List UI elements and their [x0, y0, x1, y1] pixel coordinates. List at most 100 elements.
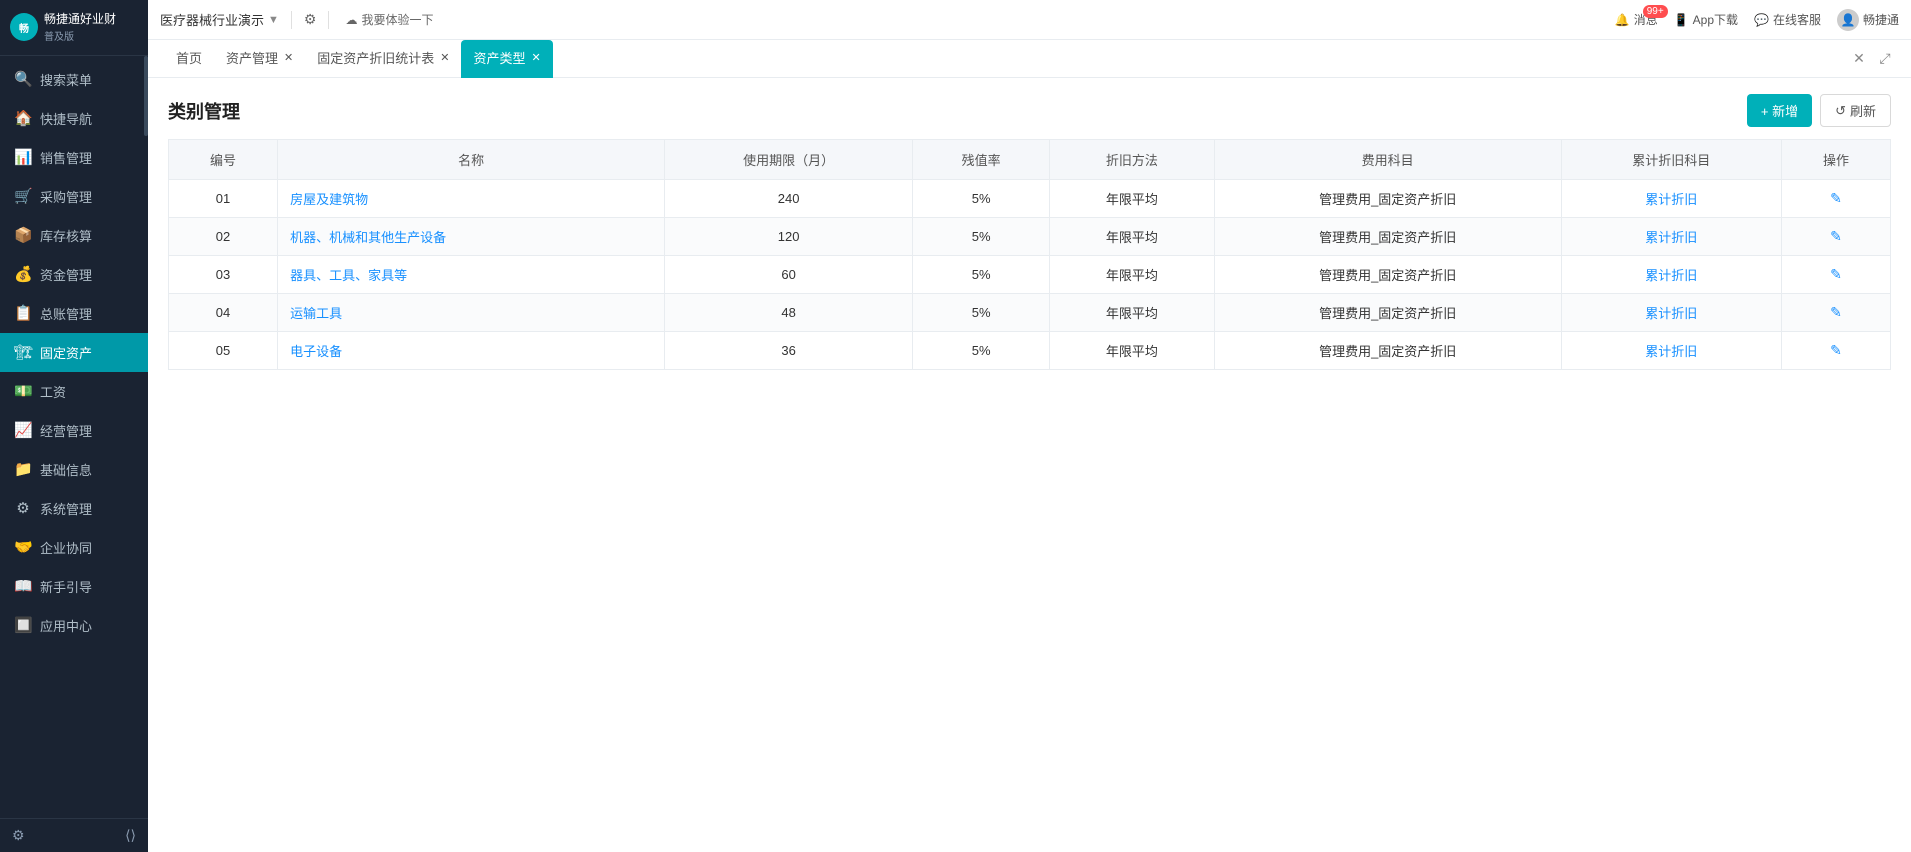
sidebar-item-search[interactable]: 🔍 搜索菜单 — [0, 60, 148, 99]
new-button[interactable]: + 新增 — [1747, 94, 1812, 127]
cell-action-0[interactable]: ✎ — [1781, 180, 1890, 218]
cell-name-1[interactable]: 机器、机械和其他生产设备 — [278, 218, 665, 256]
sidebar-label-purchase: 采购管理 — [40, 187, 92, 206]
cell-name-2[interactable]: 器具、工具、家具等 — [278, 256, 665, 294]
maximize-window-button[interactable]: ⤢ — [1875, 49, 1895, 69]
download-icon: 📱 — [1674, 13, 1689, 27]
sidebar-label-basic-info: 基础信息 — [40, 460, 92, 479]
col-accumulated: 累计折旧科目 — [1561, 140, 1781, 180]
app-info: 畅捷通好业财 普及版 — [44, 12, 116, 43]
search-icon: 🔍 — [14, 70, 32, 88]
cell-accumulated-0[interactable]: 累计折旧 — [1561, 180, 1781, 218]
sidebar-item-quick-nav[interactable]: 🏠 快捷导航 — [0, 99, 148, 138]
edit-icon[interactable]: ✎ — [1830, 228, 1842, 244]
refresh-label: 刷新 — [1850, 101, 1876, 120]
cell-method-2: 年限平均 — [1050, 256, 1215, 294]
app-center-icon: 🔲 — [14, 616, 32, 634]
sidebar-item-sales[interactable]: 📊 销售管理 — [0, 138, 148, 177]
sidebar-label-app-center: 应用中心 — [40, 616, 92, 635]
topbar-settings-icon[interactable]: ⚙ — [304, 11, 317, 28]
edit-icon[interactable]: ✎ — [1830, 190, 1842, 206]
page-title: 类别管理 — [168, 98, 240, 124]
cell-accumulated-1[interactable]: 累计折旧 — [1561, 218, 1781, 256]
settings-footer-icon[interactable]: ⚙ — [12, 827, 25, 844]
collapse-icon[interactable]: ⟨⟩ — [125, 827, 136, 844]
user-menu[interactable]: 👤 畅捷通 — [1837, 9, 1899, 31]
cell-action-2[interactable]: ✎ — [1781, 256, 1890, 294]
sidebar-item-basic-info[interactable]: 📁 基础信息 — [0, 450, 148, 489]
tab-depreciation-close[interactable]: ✕ — [440, 51, 449, 64]
edit-icon[interactable]: ✎ — [1830, 342, 1842, 358]
cell-expense-0: 管理费用_固定资产折旧 — [1214, 180, 1561, 218]
cell-method-3: 年限平均 — [1050, 294, 1215, 332]
col-id: 编号 — [169, 140, 278, 180]
cell-action-1[interactable]: ✎ — [1781, 218, 1890, 256]
close-window-button[interactable]: ✕ — [1849, 49, 1869, 69]
sidebar-item-fixed-assets[interactable]: 🏗 固定资产 — [0, 333, 148, 372]
app-download-label: App下载 — [1693, 11, 1738, 28]
edit-icon[interactable]: ✎ — [1830, 304, 1842, 320]
sidebar-label-quick-nav: 快捷导航 — [40, 109, 92, 128]
tab-asset-mgmt[interactable]: 资产管理 ✕ — [214, 40, 305, 78]
experience-button[interactable]: ☁ 我要体验一下 — [345, 11, 433, 28]
app-logo: 畅 — [10, 13, 38, 41]
sidebar-label-funds: 资金管理 — [40, 265, 92, 284]
cell-accumulated-2[interactable]: 累计折旧 — [1561, 256, 1781, 294]
col-action: 操作 — [1781, 140, 1890, 180]
cell-action-3[interactable]: ✎ — [1781, 294, 1890, 332]
cell-accumulated-3[interactable]: 累计折旧 — [1561, 294, 1781, 332]
cell-residual-1: 5% — [913, 218, 1050, 256]
col-method: 折旧方法 — [1050, 140, 1215, 180]
system-icon: ⚙ — [14, 499, 32, 517]
sidebar-item-ledger[interactable]: 📋 总账管理 — [0, 294, 148, 333]
cell-id-4: 05 — [169, 332, 278, 370]
tab-home[interactable]: 首页 — [164, 40, 214, 78]
company-name: 医疗器械行业演示 — [160, 10, 264, 29]
sidebar-item-guide[interactable]: 📖 新手引导 — [0, 567, 148, 606]
edit-icon[interactable]: ✎ — [1830, 266, 1842, 282]
sidebar-label-operations: 经营管理 — [40, 421, 92, 440]
user-name: 畅捷通 — [1863, 11, 1899, 28]
app-download-button[interactable]: 📱 App下载 — [1674, 11, 1738, 28]
cell-name-3[interactable]: 运输工具 — [278, 294, 665, 332]
payroll-icon: 💵 — [14, 382, 32, 400]
cell-period-2: 60 — [665, 256, 913, 294]
company-selector[interactable]: 医疗器械行业演示 ▼ — [160, 10, 279, 29]
sidebar-item-funds[interactable]: 💰 资金管理 — [0, 255, 148, 294]
cell-residual-2: 5% — [913, 256, 1050, 294]
window-controls: ✕ ⤢ — [1849, 49, 1895, 69]
col-residual: 残值率 — [913, 140, 1050, 180]
sales-icon: 📊 — [14, 148, 32, 166]
notification-icon: 🔔 — [1615, 13, 1630, 27]
refresh-button[interactable]: ↺ 刷新 — [1820, 94, 1891, 127]
header-actions: + 新增 ↺ 刷新 — [1747, 94, 1891, 127]
sidebar-item-payroll[interactable]: 💵 工资 — [0, 372, 148, 411]
sidebar-item-app-center[interactable]: 🔲 应用中心 — [0, 606, 148, 645]
table-row: 01 房屋及建筑物 240 5% 年限平均 管理费用_固定资产折旧 累计折旧 ✎ — [169, 180, 1891, 218]
notification-button[interactable]: 🔔 消息 99+ — [1615, 11, 1658, 28]
service-button[interactable]: 💬 在线客服 — [1754, 11, 1821, 28]
sidebar-item-purchase[interactable]: 🛒 采购管理 — [0, 177, 148, 216]
tab-asset-type[interactable]: 资产类型 ✕ — [461, 40, 552, 78]
cell-action-4[interactable]: ✎ — [1781, 332, 1890, 370]
tab-depreciation[interactable]: 固定资产折旧统计表 ✕ — [305, 40, 461, 78]
sidebar-label-system: 系统管理 — [40, 499, 92, 518]
cell-name-4[interactable]: 电子设备 — [278, 332, 665, 370]
sidebar-item-operations[interactable]: 📈 经营管理 — [0, 411, 148, 450]
tab-asset-type-close[interactable]: ✕ — [532, 51, 541, 64]
sidebar-item-inventory[interactable]: 📦 库存核算 — [0, 216, 148, 255]
cell-method-0: 年限平均 — [1050, 180, 1215, 218]
service-label: 在线客服 — [1773, 11, 1821, 28]
page-content: 类别管理 + 新增 ↺ 刷新 编号 名称 使用期限（月） 残值率 折旧方法 — [148, 78, 1911, 852]
cell-name-0[interactable]: 房屋及建筑物 — [278, 180, 665, 218]
col-expense: 费用科目 — [1214, 140, 1561, 180]
sidebar-item-corp-collab[interactable]: 🤝 企业协同 — [0, 528, 148, 567]
topbar-divider2 — [328, 11, 329, 29]
cell-accumulated-4[interactable]: 累计折旧 — [1561, 332, 1781, 370]
col-name: 名称 — [278, 140, 665, 180]
tab-asset-mgmt-close[interactable]: ✕ — [284, 51, 293, 64]
cell-residual-3: 5% — [913, 294, 1050, 332]
tabs-bar: 首页 资产管理 ✕ 固定资产折旧统计表 ✕ 资产类型 ✕ ✕ ⤢ — [148, 40, 1911, 78]
table-header-row: 编号 名称 使用期限（月） 残值率 折旧方法 费用科目 累计折旧科目 操作 — [169, 140, 1891, 180]
sidebar-item-system[interactable]: ⚙ 系统管理 — [0, 489, 148, 528]
